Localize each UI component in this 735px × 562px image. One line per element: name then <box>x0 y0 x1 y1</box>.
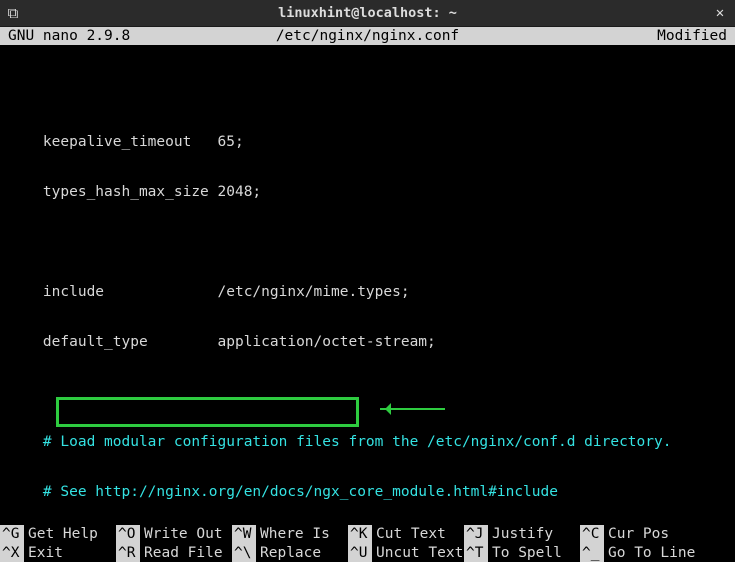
close-icon[interactable]: ✕ <box>709 2 731 24</box>
nano-statusbar: GNU nano 2.9.8 /etc/nginx/nginx.conf Mod… <box>0 27 735 45</box>
code-line: include /etc/nginx/mime.types; <box>0 283 735 301</box>
terminal-area[interactable]: GNU nano 2.9.8 /etc/nginx/nginx.conf Mod… <box>0 27 735 562</box>
help-item: ^OWrite Out <box>116 525 232 544</box>
help-label: Cut Text <box>372 525 446 544</box>
help-item: ^CCur Pos <box>580 525 696 544</box>
help-key: ^K <box>348 525 372 544</box>
help-item: ^\Replace <box>232 544 348 562</box>
annotation-arrow-icon <box>380 408 445 410</box>
nano-modified: Modified <box>657 27 727 45</box>
menu-icon[interactable]: ⧉ <box>0 4 26 22</box>
help-key: ^C <box>580 525 604 544</box>
help-label: Read File <box>140 544 223 562</box>
code-line: default_type application/octet-stream; <box>0 333 735 351</box>
nano-filename: /etc/nginx/nginx.conf <box>0 27 735 45</box>
help-label: Go To Line <box>604 544 695 562</box>
help-key: ^\ <box>232 544 256 562</box>
help-label: Uncut Text <box>372 544 463 562</box>
window-title: linuxhint@localhost: ~ <box>0 5 735 21</box>
help-label: Cur Pos <box>604 525 669 544</box>
help-label: Write Out <box>140 525 223 544</box>
help-label: Justify <box>488 525 553 544</box>
editor-content: keepalive_timeout 65; types_hash_max_siz… <box>0 45 735 562</box>
code-line: types_hash_max_size 2048; <box>0 183 735 201</box>
code-comment: # See http://nginx.org/en/docs/ngx_core_… <box>0 483 735 501</box>
annotation-box <box>56 397 359 427</box>
code-line <box>0 233 735 251</box>
help-key: ^G <box>0 525 24 544</box>
help-key: ^R <box>116 544 140 562</box>
help-label: Exit <box>24 544 63 562</box>
help-key: ^O <box>116 525 140 544</box>
help-item: ^JJustify <box>464 525 580 544</box>
help-item: ^UUncut Text <box>348 544 464 562</box>
help-label: To Spell <box>488 544 562 562</box>
help-key: ^W <box>232 525 256 544</box>
help-label: Get Help <box>24 525 98 544</box>
help-item: ^WWhere Is <box>232 525 348 544</box>
window-titlebar: ⧉ linuxhint@localhost: ~ ✕ <box>0 0 735 27</box>
code-line: keepalive_timeout 65; <box>0 133 735 151</box>
help-key: ^J <box>464 525 488 544</box>
help-item: ^GGet Help <box>0 525 116 544</box>
help-item: ^TTo Spell <box>464 544 580 562</box>
help-key: ^T <box>464 544 488 562</box>
help-key: ^U <box>348 544 372 562</box>
help-item: ^RRead File <box>116 544 232 562</box>
help-item: ^KCut Text <box>348 525 464 544</box>
code-line <box>0 83 735 101</box>
help-key: ^X <box>0 544 24 562</box>
nano-helpbar: ^GGet Help ^OWrite Out ^WWhere Is ^KCut … <box>0 525 735 562</box>
help-key: ^_ <box>580 544 604 562</box>
help-label: Replace <box>256 544 321 562</box>
code-comment: # Load modular configuration files from … <box>0 433 735 451</box>
help-item: ^_Go To Line <box>580 544 696 562</box>
help-item: ^XExit <box>0 544 116 562</box>
help-label: Where Is <box>256 525 330 544</box>
